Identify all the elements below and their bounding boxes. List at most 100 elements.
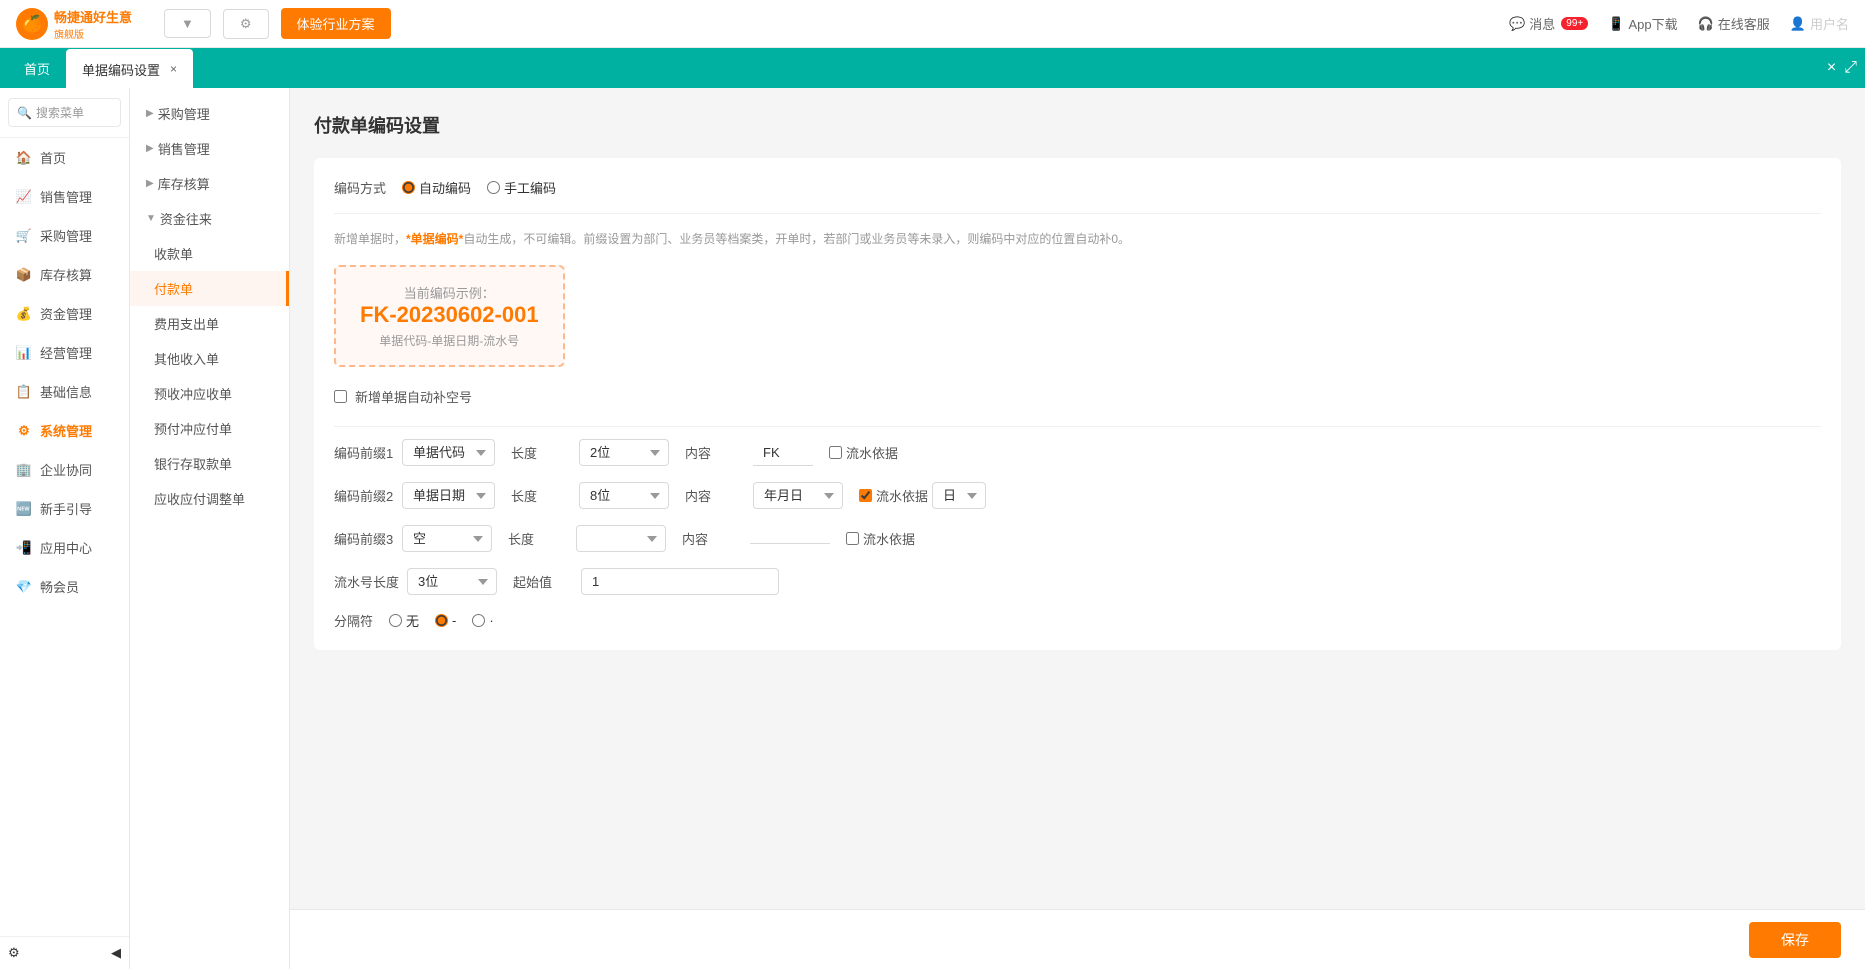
prefix1-waterfall-check[interactable] xyxy=(829,446,842,459)
sidebar-item-operation[interactable]: 📊 经营管理 xyxy=(0,333,129,372)
sidebar-item-finance[interactable]: 💰 资金管理 xyxy=(0,294,129,333)
tab-encoding[interactable]: 单据编码设置 × xyxy=(66,49,193,89)
page-title: 付款单编码设置 xyxy=(314,112,1841,138)
separator-label: 分隔符 xyxy=(334,611,373,630)
sub-item-expense[interactable]: 费用支出单 xyxy=(130,306,289,341)
serial-length-label: 流水号长度 xyxy=(334,572,399,591)
sub-group-inventory-label: 库存核算 xyxy=(158,174,210,193)
prefix1-select[interactable]: 单据代码 xyxy=(402,439,495,466)
prefix3-length-select[interactable] xyxy=(576,525,666,552)
prefix2-length-field: 长度 8位 xyxy=(511,482,669,509)
content-area: 付款单编码设置 编码方式 自动编码 手工编码 xyxy=(290,88,1865,909)
radio-auto-input[interactable] xyxy=(402,181,415,194)
sub-item-advance-payable[interactable]: 预付冲应付单 xyxy=(130,411,289,446)
topbar-service[interactable]: 🎧 在线客服 xyxy=(1698,14,1770,33)
prefix1-row: 编码前缀1 单据代码 长度 2位 内容 FK xyxy=(334,439,1821,466)
sidebar-item-purchase[interactable]: 🛒 采购管理 xyxy=(0,216,129,255)
sub-group-inventory-title[interactable]: ▶ 库存核算 xyxy=(130,166,289,201)
sidebar-item-vip-label: 畅会员 xyxy=(40,577,79,596)
serial-row: 流水号长度 3位 起始值 xyxy=(334,568,1821,595)
separator-none[interactable]: 无 xyxy=(389,611,419,630)
sidebar-item-guide[interactable]: 🆕 新手引导 xyxy=(0,489,129,528)
prefix2-content-label: 内容 xyxy=(685,486,745,505)
sub-item-advance-receivable[interactable]: 预收冲应收单 xyxy=(130,376,289,411)
close-all-icon[interactable]: × xyxy=(1827,59,1836,77)
sidebar-item-inventory-label: 库存核算 xyxy=(40,265,92,284)
serial-length-field: 流水号长度 3位 xyxy=(334,568,497,595)
save-button[interactable]: 保存 xyxy=(1749,922,1841,958)
radio-auto[interactable]: 自动编码 xyxy=(402,178,471,197)
sidebar-search-btn[interactable]: 🔍 搜索菜单 xyxy=(8,98,121,127)
prefix2-length-label: 长度 xyxy=(511,486,571,505)
prefix3-label: 编码前缀3 xyxy=(334,529,394,548)
separator-dot2[interactable]: · xyxy=(472,613,493,628)
prefix1-length-label: 长度 xyxy=(511,443,571,462)
tab-encoding-close[interactable]: × xyxy=(170,62,177,76)
prefix3-waterfall: 流水依据 xyxy=(846,529,915,548)
bottom-bar: 保存 xyxy=(290,909,1865,969)
prefix3-waterfall-check[interactable] xyxy=(846,532,859,545)
auto-fill-checkbox[interactable] xyxy=(334,390,347,403)
main-layout: 🔍 搜索菜单 🏠 首页 📈 销售管理 🛒 采购管理 📦 库存核算 💰 xyxy=(0,88,1865,969)
expand-icon[interactable]: ⤢ xyxy=(1844,59,1857,77)
prefix2-label: 编码前缀2 xyxy=(334,486,394,505)
topbar-left: 🍊 畅捷通好生意 旗舰版 ▼ ⚙ 体验行业方案 xyxy=(16,7,391,41)
topbar-settings-btn[interactable]: ⚙ xyxy=(223,9,269,39)
sidebar-item-enterprise[interactable]: 🏢 企业协同 xyxy=(0,450,129,489)
radio-manual[interactable]: 手工编码 xyxy=(487,178,556,197)
sub-item-bank[interactable]: 银行存取款单 xyxy=(130,446,289,481)
separator-none-input[interactable] xyxy=(389,614,402,627)
serial-start-label: 起始值 xyxy=(513,572,573,591)
sidebar-item-home[interactable]: 🏠 首页 xyxy=(0,138,129,177)
sub-item-other-income[interactable]: 其他收入单 xyxy=(130,341,289,376)
purchase-icon: 🛒 xyxy=(16,228,32,244)
sub-item-adjustment[interactable]: 应收应付调整单 xyxy=(130,481,289,516)
experience-btn[interactable]: 体验行业方案 xyxy=(281,8,391,39)
prefix2-select[interactable]: 单据日期 xyxy=(402,482,495,509)
sidebar-collapse-icon[interactable]: ◀ xyxy=(111,945,121,961)
tab-home[interactable]: 首页 xyxy=(8,48,66,88)
prefix2-waterfall-check[interactable] xyxy=(859,489,872,502)
sidebar-settings-icon[interactable]: ⚙ xyxy=(8,945,20,961)
sub-group-finance-title[interactable]: ▼ 资金往来 xyxy=(130,201,289,236)
topbar-user[interactable]: 👤 用户名 xyxy=(1790,14,1849,33)
sub-group-sales-title[interactable]: ▶ 销售管理 xyxy=(130,131,289,166)
sidebar-item-purchase-label: 采购管理 xyxy=(40,226,92,245)
sub-group-sales-label: 销售管理 xyxy=(158,139,210,158)
sidebar-item-inventory[interactable]: 📦 库存核算 xyxy=(0,255,129,294)
prefix2-row: 编码前缀2 单据日期 长度 8位 内容 年月日 xyxy=(334,482,1821,509)
finance-icon: 💰 xyxy=(16,306,32,322)
separator-dot-label: - xyxy=(452,613,456,628)
topbar-dropdown-btn[interactable]: ▼ xyxy=(164,9,211,38)
prefix2-field: 编码前缀2 单据日期 xyxy=(334,482,495,509)
separator-dot2-input[interactable] xyxy=(472,614,485,627)
prefix3-select[interactable]: 空 xyxy=(402,525,492,552)
separator-dot-input[interactable] xyxy=(435,614,448,627)
prefix2-waterfall-select[interactable]: 日 xyxy=(932,482,986,509)
sidebar-item-appcenter[interactable]: 📲 应用中心 xyxy=(0,528,129,567)
serial-length-select[interactable]: 3位 xyxy=(407,568,497,595)
search-label: 搜索菜单 xyxy=(36,104,84,121)
sidebar-item-system[interactable]: ⚙ 系统管理 xyxy=(0,411,129,450)
topbar-appdownload[interactable]: 📱 App下载 xyxy=(1608,14,1677,33)
sidebar-item-guide-label: 新手引导 xyxy=(40,499,92,518)
sub-item-receipt[interactable]: 收款单 xyxy=(130,236,289,271)
sidebar-item-sales[interactable]: 📈 销售管理 xyxy=(0,177,129,216)
sub-group-purchase-title[interactable]: ▶ 采购管理 xyxy=(130,96,289,131)
topbar-message[interactable]: 💬 消息 99+ xyxy=(1509,14,1588,33)
sub-item-payment[interactable]: 付款单 xyxy=(130,271,289,306)
prefix2-length-select[interactable]: 8位 xyxy=(579,482,669,509)
divider-1 xyxy=(334,426,1821,427)
prefix3-field: 编码前缀3 空 xyxy=(334,525,492,552)
separator-dot[interactable]: - xyxy=(435,613,456,628)
prefix1-length-select[interactable]: 2位 xyxy=(579,439,669,466)
sub-sidebar: ▶ 采购管理 ▶ 销售管理 ▶ 库存核算 ▼ 资金往来 收款单 付款单 费用支出… xyxy=(130,88,290,969)
radio-manual-input[interactable] xyxy=(487,181,500,194)
sidebar-item-vip[interactable]: 💎 畅会员 xyxy=(0,567,129,606)
prefix1-length-field: 长度 2位 xyxy=(511,439,669,466)
sidebar-item-home-label: 首页 xyxy=(40,148,66,167)
logo-text: 畅捷通好生意 旗舰版 xyxy=(54,7,132,41)
serial-start-input[interactable] xyxy=(581,568,779,595)
sidebar-item-basic[interactable]: 📋 基础信息 xyxy=(0,372,129,411)
prefix2-content-select[interactable]: 年月日 xyxy=(753,482,843,509)
